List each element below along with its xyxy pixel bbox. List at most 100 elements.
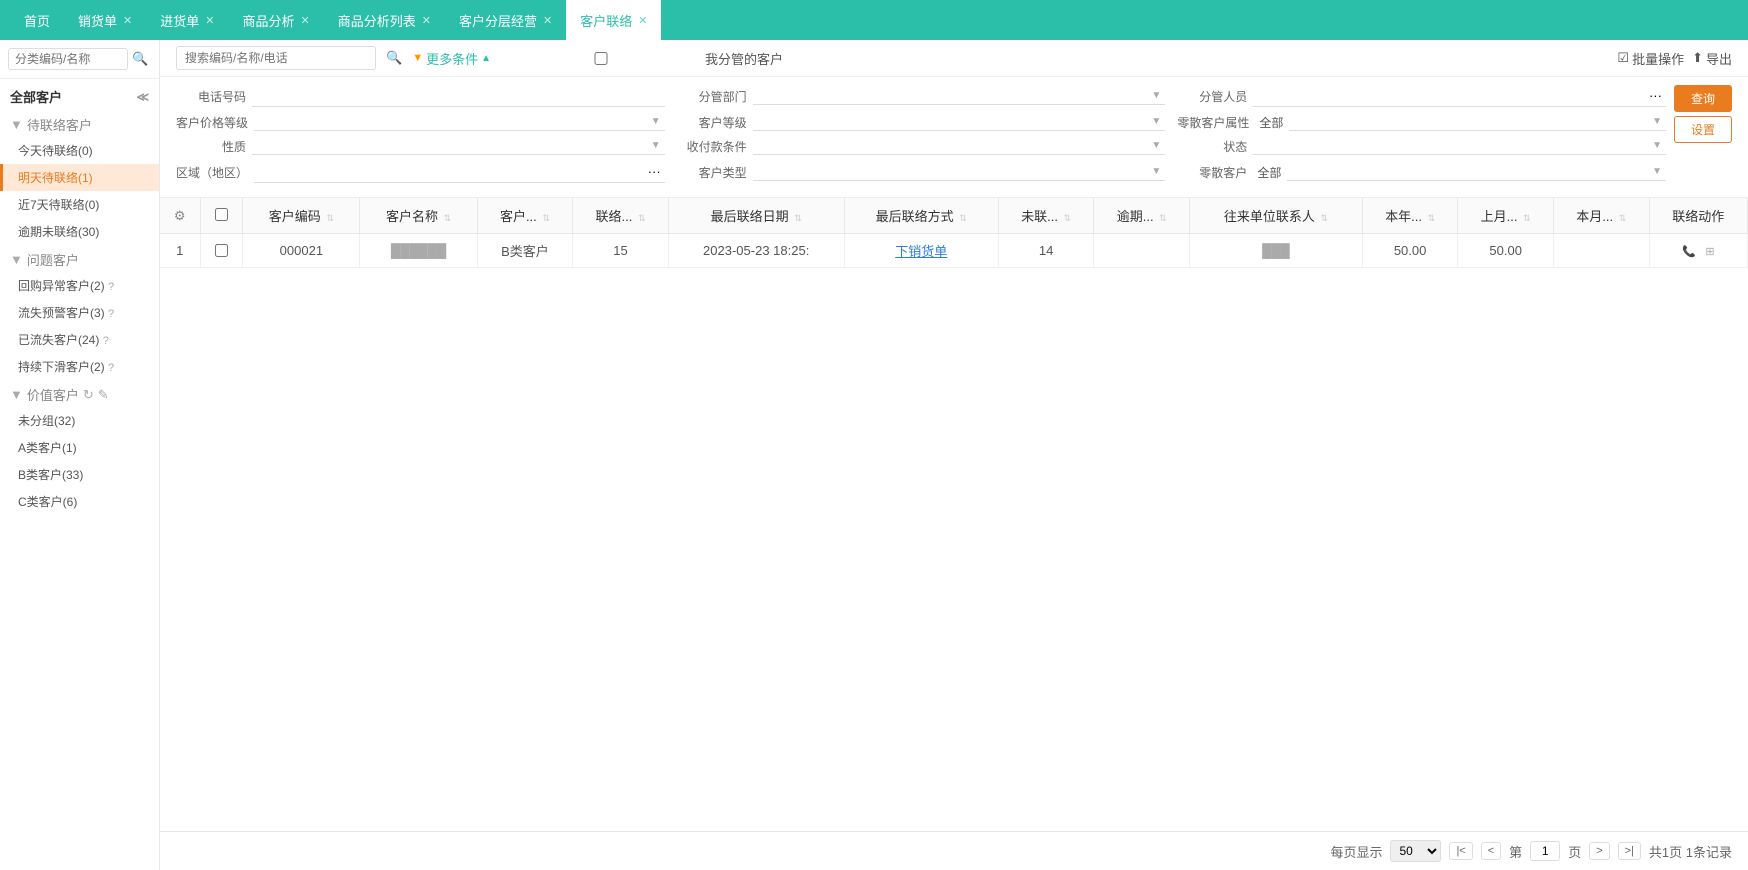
dept-select[interactable]: ▼ [753,87,1166,105]
sort-icon11: ⇅ [1523,213,1531,223]
sidebar-unclassified[interactable]: 未分组(32) [0,407,159,434]
sidebar-overdue-contact[interactable]: 逾期未联络(30) [0,218,159,245]
row-checkbox-cell [200,234,243,268]
value-edit-icon[interactable]: ✎ [98,387,109,403]
arrow-down-icon: ▼ [10,117,23,132]
chevron-down-icon6: ▼ [1151,140,1161,151]
contact-method-link[interactable]: 下销货单 [895,244,947,259]
retail-attr-value: 全部 [1259,114,1283,131]
sort-icon: ⇅ [326,213,334,223]
col-unit-contact[interactable]: 往来单位联系人 ⇅ [1190,198,1363,234]
status-select[interactable]: ▼ [1253,137,1666,155]
sort-icon8: ⇅ [1159,213,1167,223]
set-button[interactable]: 设置 [1674,116,1732,143]
col-customer-name[interactable]: 客户名称 ⇅ [360,198,477,234]
filter-actions: 查询 设置 [1674,85,1732,189]
more-conditions-button[interactable]: ▼ 更多条件 ▲ [412,49,491,68]
prev-page-button[interactable]: < [1481,842,1501,860]
nav-customer-tier-close[interactable]: ✕ [543,14,552,27]
col-last-contact-method[interactable]: 最后联络方式 ⇅ [844,198,998,234]
payment-select[interactable]: ▼ [753,137,1166,155]
nav-purchase[interactable]: 进货单 ✕ [146,0,228,40]
col-last-month[interactable]: 上月... ⇅ [1458,198,1554,234]
select-all-checkbox[interactable] [215,208,228,221]
page-input[interactable] [1530,841,1560,861]
nav-purchase-close[interactable]: ✕ [205,14,214,27]
retail-customer-select[interactable]: ▼ [1287,163,1666,181]
last-page-button[interactable]: >| [1618,842,1641,860]
price-level-select[interactable]: ▼ [254,113,665,131]
search-button[interactable]: 🔍 [386,50,402,66]
sidebar-today-contact[interactable]: 今天待联络(0) [0,137,159,164]
manager-select[interactable]: ··· [1253,85,1666,107]
phone-input[interactable] [252,86,665,107]
batch-action-button[interactable]: ☑ 批量操作 [1617,49,1684,68]
nav-product-analysis[interactable]: 商品分析 ✕ [228,0,323,40]
page-size-select[interactable]: 50 100 200 [1390,840,1441,862]
arrow-down-icon3: ▼ [10,387,23,402]
customer-level-select[interactable]: ▼ [753,113,1166,131]
nav-customer-contact-close[interactable]: ✕ [638,14,647,27]
sidebar-declining[interactable]: 持续下滑客户(2) ? [0,353,159,380]
query-button[interactable]: 查询 [1674,85,1732,112]
action-more-icon[interactable]: ⊞ [1705,246,1714,258]
nav-home[interactable]: 首页 [10,0,64,40]
export-icon: ⬆ [1692,50,1703,66]
row-last-contact-method[interactable]: 下销货单 [844,234,998,268]
collapse-icon[interactable]: ≪ [136,90,149,104]
nav-product-analysis-table[interactable]: 商品分析列表 ✕ [324,0,445,40]
top-nav: 首页 销货单 ✕ 进货单 ✕ 商品分析 ✕ 商品分析列表 ✕ 客户分层经营 ✕ … [0,0,1748,40]
col-this-month[interactable]: 本月... ⇅ [1553,198,1649,234]
col-last-contact-date[interactable]: 最后联络日期 ⇅ [668,198,844,234]
table-row: 1 000021 ██████ B类客户 15 2023-05-23 18:25… [160,234,1748,268]
sidebar-week-contact[interactable]: 近7天待联络(0) [0,191,159,218]
settings-icon[interactable]: ⚙ [174,208,186,223]
row-this-year: 50.00 [1362,234,1458,268]
customer-type-select[interactable]: ▼ [753,163,1166,181]
retail-attr-select[interactable]: ▼ [1289,113,1666,131]
nav-customer-tier[interactable]: 客户分层经营 ✕ [445,0,566,40]
filter-bar: 🔍 ▼ 更多条件 ▲ 我分管的客户 ☑ 批量操作 ⬆ 导出 [160,40,1748,77]
arrow-down-icon2: ▼ [10,252,23,267]
nav-sales-close[interactable]: ✕ [123,14,132,27]
col-overdue[interactable]: 逾期... ⇅ [1094,198,1190,234]
retail-customer-label: 零散客户 [1177,164,1247,181]
sidebar-all-customers[interactable]: 全部客户 ≪ [0,79,159,110]
sidebar-b-class[interactable]: B类客户(33) [0,461,159,488]
filter-row-1: 电话号码 分管部门 ▼ 分管人员 [176,85,1666,107]
sidebar-tomorrow-contact[interactable]: 明天待联络(1) [0,164,159,191]
sidebar-search-icon[interactable]: 🔍 [132,51,148,67]
row-overdue [1094,234,1190,268]
table-body: 1 000021 ██████ B类客户 15 2023-05-23 18:25… [160,234,1748,268]
sort-icon4: ⇅ [638,213,646,223]
row-checkbox[interactable] [215,244,228,257]
sidebar-repeat-abnormal[interactable]: 回购异常客户(2) ? [0,272,159,299]
nav-product-analysis-close[interactable]: ✕ [301,14,310,27]
next-page-button[interactable]: > [1589,842,1609,860]
my-customers-checkbox[interactable] [501,52,701,65]
col-contact-count[interactable]: 联络... ⇅ [573,198,669,234]
nav-sales[interactable]: 销货单 ✕ [64,0,146,40]
sidebar-lost-risk[interactable]: 流失预警客户(3) ? [0,299,159,326]
value-refresh-icon[interactable]: ↻ [83,387,94,403]
sidebar-search-input[interactable] [8,48,128,70]
nature-select[interactable]: ▼ [252,137,665,155]
action-phone-icon[interactable]: 📞 [1682,246,1696,258]
col-settings[interactable]: ⚙ [160,198,200,234]
col-this-year[interactable]: 本年... ⇅ [1362,198,1458,234]
first-page-button[interactable]: |< [1449,842,1472,860]
region-select[interactable]: ··· [254,161,665,183]
nav-product-analysis-table-close[interactable]: ✕ [422,14,431,27]
search-input[interactable] [176,46,376,70]
col-customer-type[interactable]: 客户... ⇅ [477,198,573,234]
status-label: 状态 [1177,138,1247,155]
sidebar-a-class[interactable]: A类客户(1) [0,434,159,461]
nav-customer-contact[interactable]: 客户联络 ✕ [566,0,661,40]
export-button[interactable]: ⬆ 导出 [1692,49,1732,68]
col-customer-code[interactable]: 客户编码 ⇅ [243,198,360,234]
col-no-contact-days[interactable]: 未联... ⇅ [998,198,1094,234]
sidebar-c-class[interactable]: C类客户(6) [0,488,159,515]
sidebar-lost[interactable]: 已流失客户(24) ? [0,326,159,353]
page-suffix: 页 [1568,842,1581,861]
my-customers-checkbox-label[interactable]: 我分管的客户 [501,49,783,68]
